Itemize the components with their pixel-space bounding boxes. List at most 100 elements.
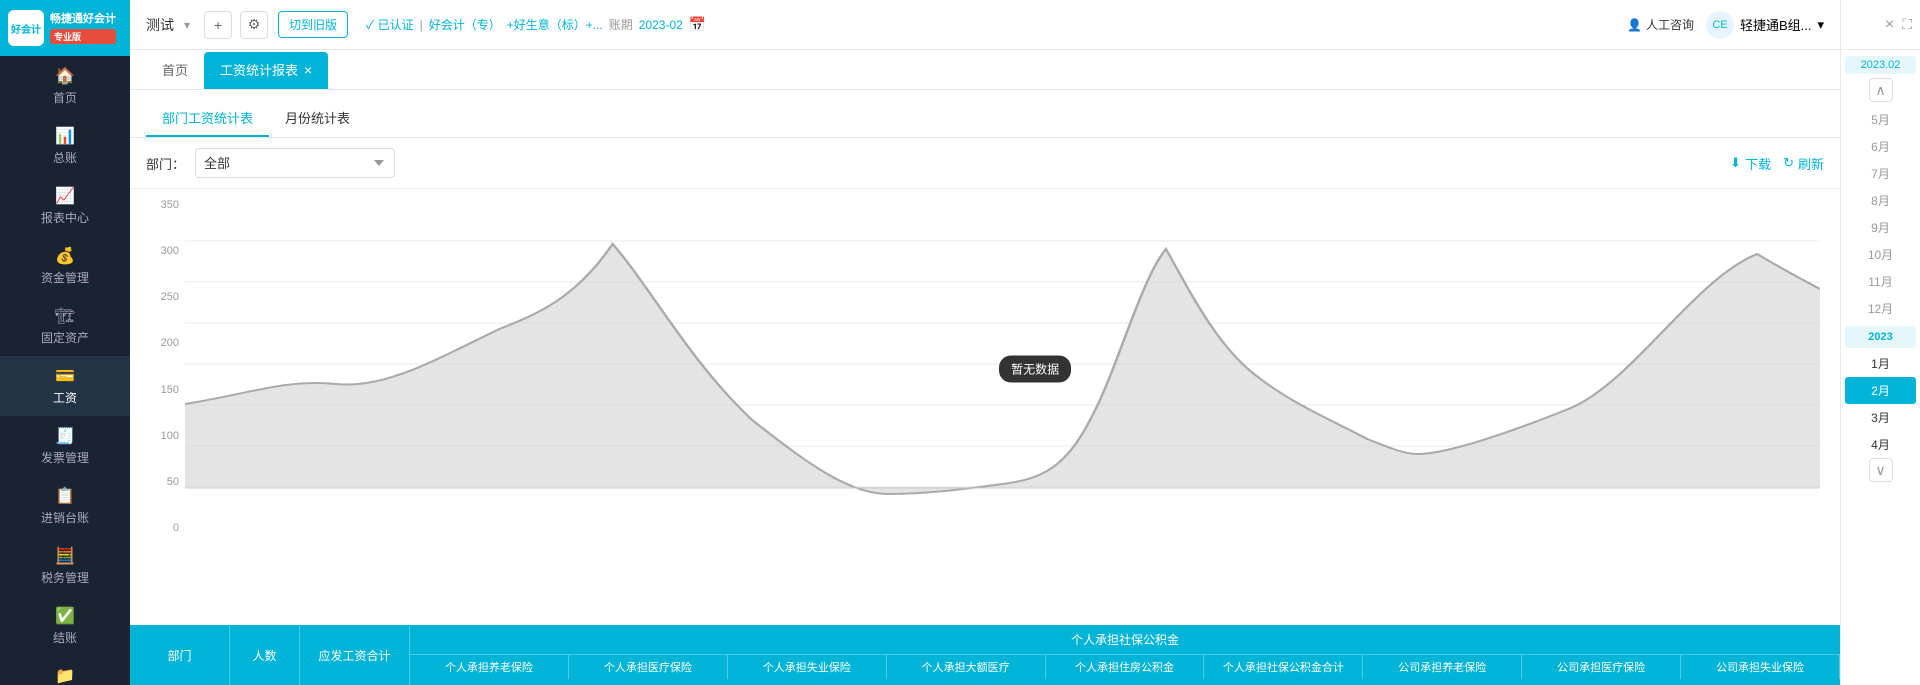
table-sub-col: 个人承担医疗保险	[569, 655, 728, 679]
y-label: 100	[150, 430, 185, 442]
sidebar-item-总账[interactable]: 📊 总账	[0, 116, 130, 176]
user-menu[interactable]: CE 轻捷通B组... ▾	[1706, 11, 1824, 39]
table-sub-col: 公司承担养老保险	[1363, 655, 1522, 679]
tab-home[interactable]: 首页	[146, 52, 204, 89]
help-label: 人工咨询	[1646, 16, 1694, 33]
table-sub-col: 公司承担失业保险	[1681, 655, 1840, 679]
toolbar-right: ⬇ 下载 ↻ 刷新	[1730, 154, 1824, 173]
sidebar-item-工资[interactable]: 💳 工资	[0, 356, 130, 416]
topbar-dropdown-icon[interactable]: ▾	[184, 18, 190, 32]
sidebar-item-label: 结账	[53, 629, 77, 646]
chart-area: 050100150200250300350	[130, 189, 1840, 625]
month-item[interactable]: 7月	[1845, 160, 1916, 187]
tab-salary-report[interactable]: 工资统计报表 ×	[204, 52, 328, 89]
subtabs: 部门工资统计表月份统计表	[130, 90, 1840, 138]
sidebar-nav: 🏠 首页 📊 总账 📈 报表中心 💰 资金管理 🏗 固定资产 💳 工资 🧾 发票…	[0, 56, 130, 685]
month-item[interactable]: 6月	[1845, 133, 1916, 160]
tab-salary-label: 工资统计报表	[220, 60, 298, 79]
avatar: CE	[1706, 11, 1734, 39]
nav-down-button[interactable]: ∨	[1869, 458, 1893, 482]
right-panel: × ⛶ 2023.02∧5月6月7月8月9月10月11月12月20231月2月3…	[1840, 0, 1920, 685]
sidebar-item-label: 报表中心	[41, 209, 89, 226]
sidebar-item-label: 资金管理	[41, 269, 89, 286]
sidebar-item-进销台账[interactable]: 📋 进销台账	[0, 476, 130, 536]
sidebar-item-label: 工资	[53, 389, 77, 406]
sidebar-item-资金管理[interactable]: 💰 资金管理	[0, 236, 130, 296]
topbar-switch-button[interactable]: 切到旧版	[278, 11, 348, 38]
logo-badge: 专业版	[50, 29, 116, 44]
chart-tooltip: 暂无数据	[999, 356, 1071, 383]
subtab-月份统计表[interactable]: 月份统计表	[269, 100, 366, 137]
month-item[interactable]: 5月	[1845, 106, 1916, 133]
month-item[interactable]: 11月	[1845, 268, 1916, 295]
nav-up-button[interactable]: ∧	[1869, 78, 1893, 102]
help-icon: 👤	[1627, 18, 1642, 32]
month-item-4月[interactable]: 4月	[1845, 431, 1916, 458]
table-sub-col: 个人承担失业保险	[728, 655, 887, 679]
table-group-title: 个人承担社保公积金	[410, 625, 1840, 655]
topbar-settings-button[interactable]: ⚙	[240, 11, 268, 39]
month-item[interactable]: 9月	[1845, 214, 1916, 241]
refresh-button[interactable]: ↻ 刷新	[1783, 154, 1824, 173]
period-value: 2023-02	[639, 18, 683, 32]
topbar-actions: + ⚙	[204, 11, 268, 39]
sidebar-icon: 📈	[55, 186, 75, 206]
dept-select[interactable]: 全部财务部销售部技术部	[195, 148, 395, 178]
month-item-2月[interactable]: 2月	[1845, 377, 1916, 404]
main-area: 测试 ▾ + ⚙ 切到旧版 ✓ 已认证 | 好会计（专） +好生意（标）+...…	[130, 0, 1840, 685]
sidebar-item-归档管理[interactable]: 📁 归档管理	[0, 656, 130, 685]
chart-container: 050100150200250300350	[150, 199, 1820, 569]
month-item-1月[interactable]: 1月	[1845, 350, 1916, 377]
sidebar-icon: 💰	[55, 246, 75, 266]
topbar-add-button[interactable]: +	[204, 11, 232, 39]
table-header-应发工资合计: 应发工资合计	[300, 625, 410, 685]
y-label: 150	[150, 384, 185, 396]
tag-certified: ✓ 已认证	[366, 16, 414, 33]
sidebar-item-结账[interactable]: ✅ 结账	[0, 596, 130, 656]
sidebar-item-首页[interactable]: 🏠 首页	[0, 56, 130, 116]
refresh-icon: ↻	[1783, 155, 1794, 171]
sidebar-icon: 🏠	[55, 66, 75, 86]
tab-close-icon[interactable]: ×	[304, 62, 312, 78]
topbar: 测试 ▾ + ⚙ 切到旧版 ✓ 已认证 | 好会计（专） +好生意（标）+...…	[130, 0, 1840, 50]
table-header: 部门人数应发工资合计个人承担社保公积金个人承担养老保险个人承担医疗保险个人承担失…	[130, 625, 1840, 685]
table-sub-col: 公司承担医疗保险	[1522, 655, 1681, 679]
sidebar-icon: 📋	[55, 486, 75, 506]
table-header-部门: 部门	[130, 625, 230, 685]
subtab-部门工资统计表[interactable]: 部门工资统计表	[146, 100, 269, 137]
help-button[interactable]: 👤 人工咨询	[1627, 16, 1694, 33]
y-label: 350	[150, 199, 185, 211]
tag-good: 好会计（专）	[429, 16, 501, 33]
table-sub-col: 个人承担社保公积金合计	[1204, 655, 1363, 679]
y-label: 0	[150, 522, 185, 534]
year-label: 2023.02	[1845, 56, 1916, 74]
calendar-icon[interactable]: 📅	[689, 16, 706, 33]
month-item[interactable]: 12月	[1845, 295, 1916, 322]
sidebar-item-发票管理[interactable]: 🧾 发票管理	[0, 416, 130, 476]
content-area: 部门工资统计表月份统计表 部门： 全部财务部销售部技术部 ⬇ 下载 ↻ 刷新 0…	[130, 90, 1840, 685]
chart-svg-wrapper: 暂无数据	[185, 199, 1820, 539]
close-icon[interactable]: ×	[1885, 16, 1894, 34]
download-button[interactable]: ⬇ 下载	[1730, 154, 1771, 173]
sidebar-item-固定资产[interactable]: 🏗 固定资产	[0, 296, 130, 356]
sidebar-item-label: 进销台账	[41, 509, 89, 526]
sidebar-item-报表中心[interactable]: 📈 报表中心	[0, 176, 130, 236]
tabbar: 首页 工资统计报表 ×	[130, 50, 1840, 90]
sidebar: 好会计 畅捷通好会计 专业版 🏠 首页 📊 总账 📈 报表中心 💰 资金管理 🏗…	[0, 0, 130, 685]
month-item[interactable]: 8月	[1845, 187, 1916, 214]
sidebar-icon: 💳	[55, 366, 75, 386]
table-sub-col: 个人承担住房公积金	[1046, 655, 1205, 679]
tag-business: +好生意（标）+...	[507, 16, 603, 33]
expand-icon[interactable]: ⛶	[1902, 16, 1912, 33]
sidebar-item-税务管理[interactable]: 🧮 税务管理	[0, 536, 130, 596]
sidebar-item-label: 总账	[53, 149, 77, 166]
table-sub-col: 个人承担养老保险	[410, 655, 569, 679]
download-label: 下载	[1745, 154, 1771, 173]
toolbar: 部门： 全部财务部销售部技术部 ⬇ 下载 ↻ 刷新	[130, 138, 1840, 189]
table-sub-col: 个人承担大额医疗	[887, 655, 1046, 679]
sidebar-icon: 🧮	[55, 546, 75, 566]
sidebar-icon: 📁	[55, 666, 75, 685]
month-item[interactable]: 10月	[1845, 241, 1916, 268]
month-item-3月[interactable]: 3月	[1845, 404, 1916, 431]
y-label: 300	[150, 245, 185, 257]
